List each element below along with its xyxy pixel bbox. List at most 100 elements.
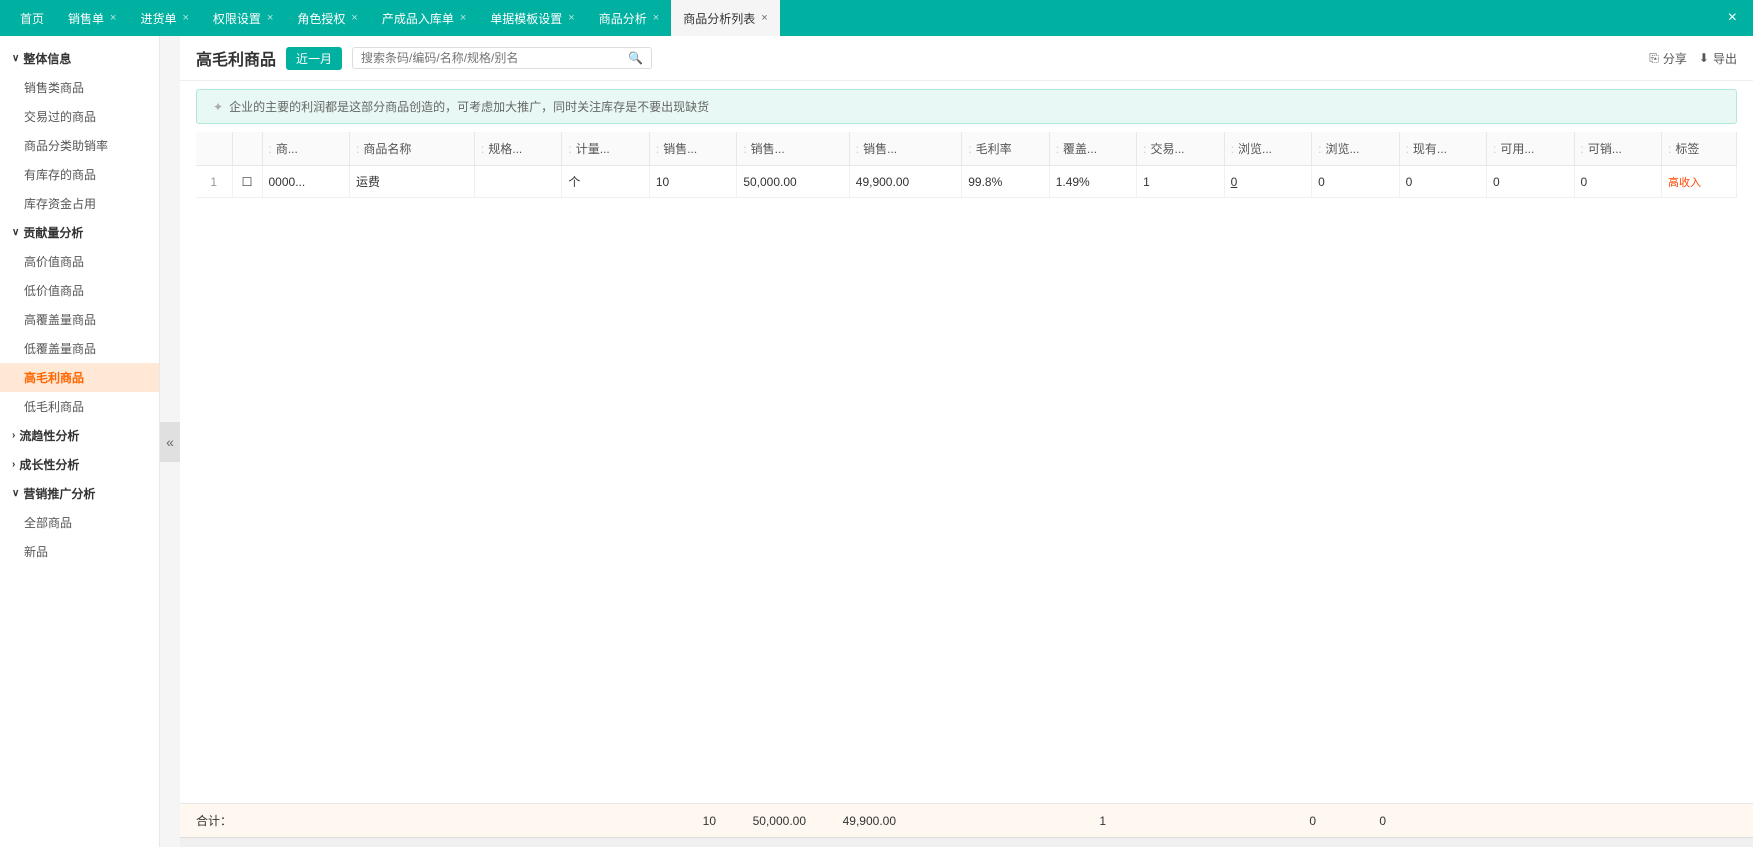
arrow-icon-3: › [12, 430, 15, 441]
nav-item-home[interactable]: 首页 [8, 0, 56, 36]
sidebar-item-category-rate[interactable]: 商品分类助销率 [0, 131, 159, 160]
tip-bar: ✦ 企业的主要的利润都是这部分商品创造的，可考虑加大推广，同时关注库存是不要出现… [196, 89, 1737, 124]
sidebar-group-overall[interactable]: ∨ 整体信息 [0, 44, 159, 73]
sidebar-item-all-goods[interactable]: 全部商品 [0, 508, 159, 537]
nav-close-permission[interactable]: × [267, 12, 273, 24]
footer-sales-cost: 49,900.00 [812, 814, 902, 828]
nav-close-analysis-list[interactable]: × [761, 12, 767, 24]
content-area: 高毛利商品 近一月 🔍 ⎘ 分享 ⬇ 导出 ✦ 企业的主要的利润都是这部分商品创… [180, 36, 1753, 847]
nav-item-role[interactable]: 角色授权 × [285, 0, 369, 36]
page-title: 高毛利商品 [196, 46, 276, 70]
sidebar-item-traded-goods[interactable]: 交易过的商品 [0, 102, 159, 131]
col-spec[interactable]: 规格... [474, 132, 561, 166]
nav-item-purchase[interactable]: 进货单 × [128, 0, 200, 36]
nav-item-analysis-list[interactable]: 商品分析列表 × [671, 0, 779, 36]
col-coverage[interactable]: 覆盖... [1049, 132, 1136, 166]
header-actions: ⎘ 分享 ⬇ 导出 [1649, 50, 1737, 67]
cell-sales-qty: 10 [649, 166, 736, 198]
footer-sales-amt: 50,000.00 [722, 814, 812, 828]
data-table: 商... 商品名称 规格... 计量... 销售... 销售... 销售... … [196, 132, 1737, 198]
cell-trade: 1 [1137, 166, 1224, 198]
tip-icon: ✦ [213, 100, 223, 114]
sidebar-group-trend[interactable]: › 流趋性分析 [0, 421, 159, 450]
col-check[interactable] [232, 132, 262, 166]
col-trade[interactable]: 交易... [1137, 132, 1224, 166]
sidebar-item-high-coverage[interactable]: 高覆盖量商品 [0, 305, 159, 334]
cell-unit: 个 [562, 166, 649, 198]
col-available[interactable]: 可用... [1487, 132, 1574, 166]
footer-totals: 10 50,000.00 49,900.00 1 0 0 [276, 814, 1737, 828]
time-filter-button[interactable]: 近一月 [286, 47, 342, 70]
nav-close-purchase[interactable]: × [182, 12, 188, 24]
search-wrap: 🔍 [352, 47, 652, 69]
nav-close-template[interactable]: × [568, 12, 574, 24]
share-icon: ⎘ [1649, 51, 1659, 66]
sidebar-item-high-margin[interactable]: 高毛利商品 [0, 363, 159, 392]
col-name[interactable]: 商品名称 [349, 132, 474, 166]
nav-close-sales[interactable]: × [110, 12, 116, 24]
sidebar-item-stock-capital[interactable]: 库存资金占用 [0, 189, 159, 218]
cell-stock: 0 [1399, 166, 1486, 198]
footer-sales-qty: 10 [652, 814, 722, 828]
nav-item-sales[interactable]: 销售单 × [56, 0, 128, 36]
col-unit[interactable]: 计量... [562, 132, 649, 166]
col-browse2[interactable]: 浏览... [1312, 132, 1399, 166]
cell-browse2: 0 [1312, 166, 1399, 198]
cell-saleable: 0 [1574, 166, 1661, 198]
cell-sales-amt: 50,000.00 [737, 166, 849, 198]
cell-margin-rate: 99.8% [962, 166, 1049, 198]
cell-name: 运费 [349, 166, 474, 198]
search-icon[interactable]: 🔍 [628, 51, 643, 65]
search-input[interactable] [361, 51, 628, 65]
nav-close-analysis[interactable]: × [653, 12, 659, 24]
arrow-icon: ∨ [12, 53, 19, 64]
sidebar-group-contribution[interactable]: ∨ 贡献量分析 [0, 218, 159, 247]
cell-browse1[interactable]: 0 [1224, 166, 1311, 198]
sidebar-item-high-value[interactable]: 高价值商品 [0, 247, 159, 276]
col-sales-cost[interactable]: 销售... [849, 132, 961, 166]
cell-checkbox[interactable]: ☐ [232, 166, 262, 198]
cell-code: 0000... [262, 166, 349, 198]
footer-trade: 1 [1042, 814, 1112, 828]
nav-item-product-in[interactable]: 产成品入库单 × [370, 0, 478, 36]
col-sales-amt[interactable]: 销售... [737, 132, 849, 166]
top-nav: 首页 销售单 × 进货单 × 权限设置 × 角色授权 × 产成品入库单 × 单据… [0, 0, 1753, 36]
sidebar-item-sales-goods[interactable]: 销售类商品 [0, 73, 159, 102]
cell-num: 1 [196, 166, 232, 198]
export-button[interactable]: ⬇ 导出 [1699, 50, 1737, 67]
sidebar-group-growth[interactable]: › 成长性分析 [0, 450, 159, 479]
nav-item-analysis[interactable]: 商品分析 × [587, 0, 671, 36]
nav-close-role[interactable]: × [351, 12, 357, 24]
cell-sales-cost: 49,900.00 [849, 166, 961, 198]
table-wrapper: 商... 商品名称 规格... 计量... 销售... 销售... 销售... … [180, 132, 1753, 803]
col-tag[interactable]: 标签 [1661, 132, 1736, 166]
sidebar-item-new-goods[interactable]: 新品 [0, 537, 159, 566]
sidebar-item-in-stock[interactable]: 有库存的商品 [0, 160, 159, 189]
nav-item-template[interactable]: 单据模板设置 × [478, 0, 586, 36]
arrow-icon-4: › [12, 459, 15, 470]
footer-bar: 合计： 10 50,000.00 49,900.00 1 0 0 [180, 803, 1753, 837]
col-code[interactable]: 商... [262, 132, 349, 166]
table-header-row: 商... 商品名称 规格... 计量... 销售... 销售... 销售... … [196, 132, 1737, 166]
share-button[interactable]: ⎘ 分享 [1649, 50, 1687, 67]
sidebar-item-low-value[interactable]: 低价值商品 [0, 276, 159, 305]
horizontal-scrollbar[interactable] [180, 837, 1753, 847]
nav-item-permission[interactable]: 权限设置 × [201, 0, 285, 36]
sidebar-item-low-margin[interactable]: 低毛利商品 [0, 392, 159, 421]
sidebar-item-low-coverage[interactable]: 低覆盖量商品 [0, 334, 159, 363]
nav-close-product-in[interactable]: × [460, 12, 466, 24]
cell-spec [474, 166, 561, 198]
col-num[interactable] [196, 132, 232, 166]
col-saleable[interactable]: 可销... [1574, 132, 1661, 166]
cell-available: 0 [1487, 166, 1574, 198]
footer-label: 合计： [196, 812, 276, 829]
window-close-button[interactable]: × [1720, 9, 1745, 27]
col-stock[interactable]: 现有... [1399, 132, 1486, 166]
sidebar-collapse-button[interactable]: « [160, 422, 180, 462]
col-sales-qty[interactable]: 销售... [649, 132, 736, 166]
sidebar-group-marketing[interactable]: ∨ 营销推广分析 [0, 479, 159, 508]
footer-stock: 0 [1252, 814, 1322, 828]
col-browse1[interactable]: 浏览... [1224, 132, 1311, 166]
sidebar: ∨ 整体信息 销售类商品 交易过的商品 商品分类助销率 有库存的商品 库存资金占… [0, 36, 160, 847]
col-margin[interactable]: 毛利率 [962, 132, 1049, 166]
